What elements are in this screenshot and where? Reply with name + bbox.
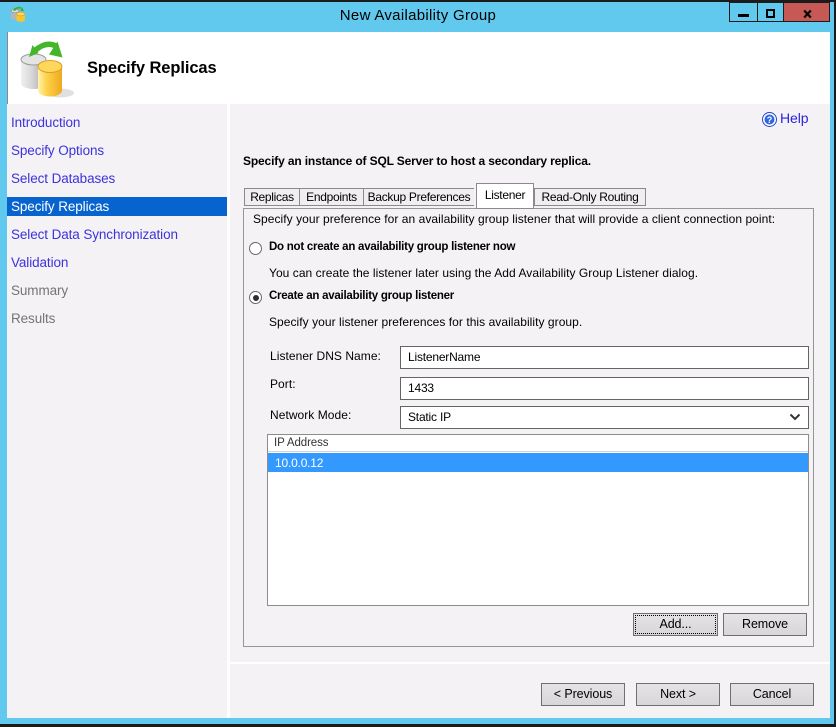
svg-text:?: ?: [767, 115, 773, 125]
